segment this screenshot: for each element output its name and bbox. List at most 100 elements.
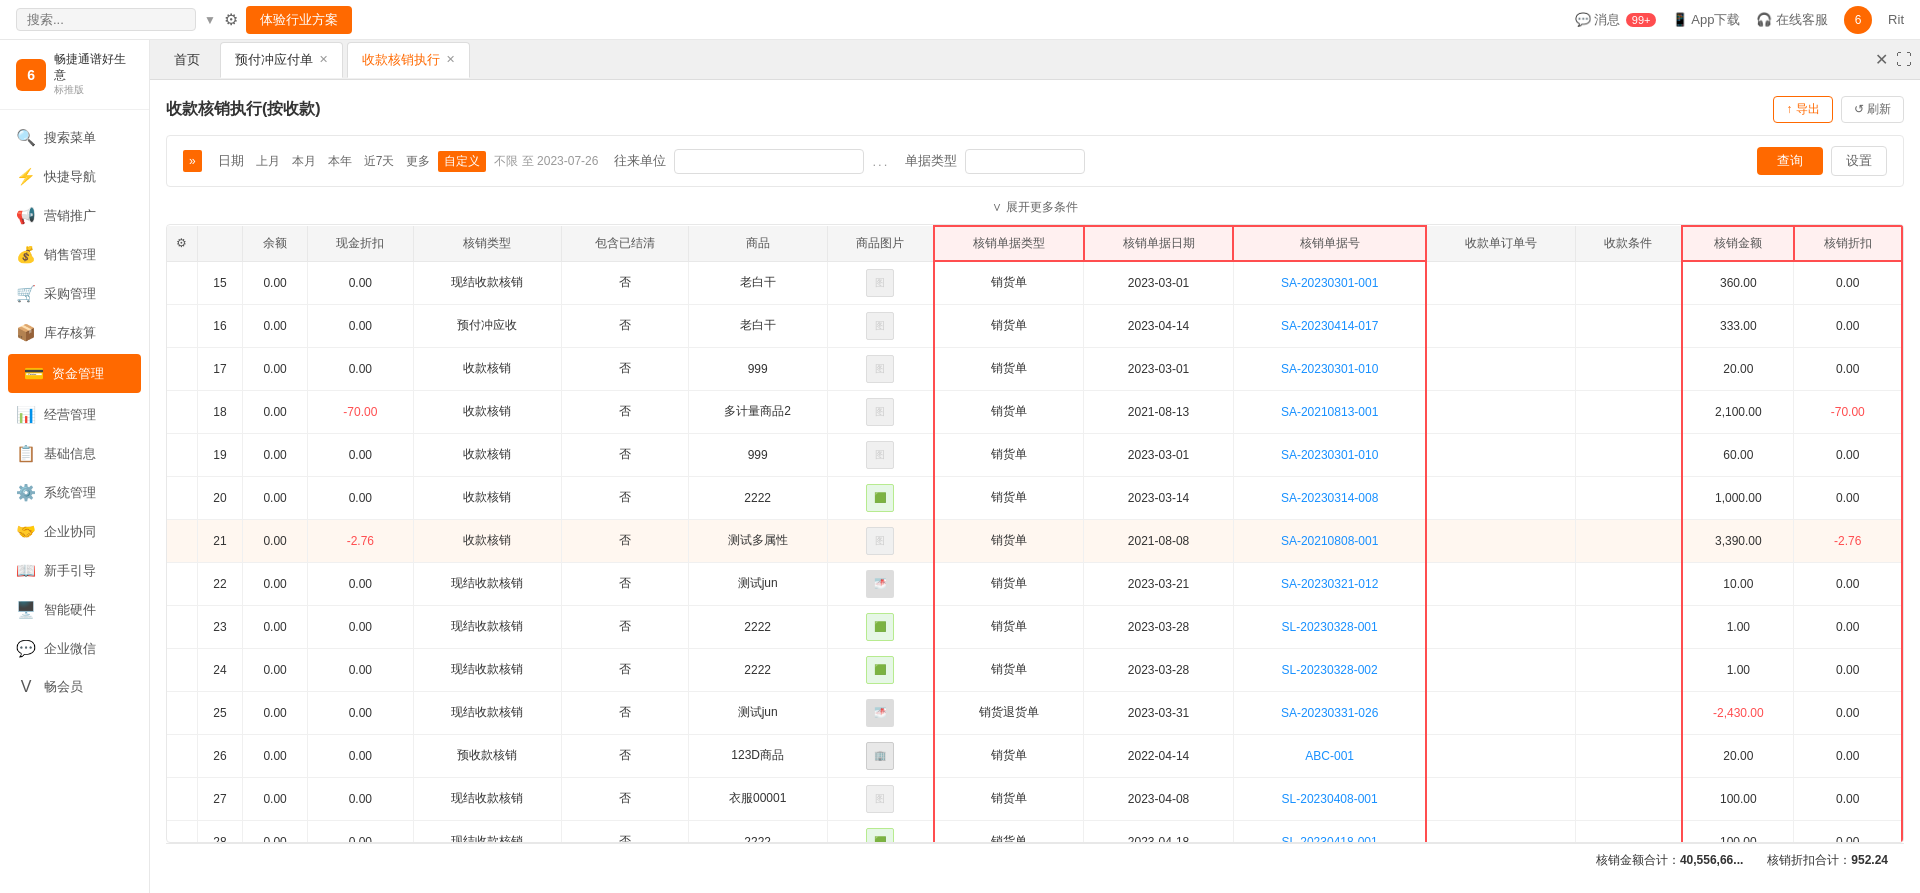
cell-receipt-condition (1575, 605, 1682, 648)
tab-minimize-button[interactable]: ✕ (1875, 50, 1888, 69)
cell-bill-no[interactable]: SA-20230321-012 (1233, 562, 1426, 605)
cell-bill-no[interactable]: SA-20230414-017 (1233, 304, 1426, 347)
bill-no-link[interactable]: SA-20210808-001 (1281, 534, 1378, 548)
table-row: 26 0.00 0.00 预收款核销 否 123D商品 🏢 销货单 2022-0… (167, 734, 1902, 777)
date-btn-this-month[interactable]: 本月 (288, 151, 320, 172)
sidebar-item-purchase[interactable]: 🛒 采购管理 (0, 274, 149, 313)
date-btn-last-month[interactable]: 上月 (252, 151, 284, 172)
query-button[interactable]: 查询 (1757, 147, 1823, 175)
cell-cash-discount: 0.00 (307, 605, 413, 648)
table-wrapper[interactable]: ⚙ 余额 现金折扣 核销类型 包含已结清 商品 商品图片 核销单据类型 核销单据… (166, 224, 1904, 843)
cell-bill-no[interactable]: SA-20210808-001 (1233, 519, 1426, 562)
bill-type-select[interactable] (965, 149, 1085, 174)
sidebar-item-wechat[interactable]: 💬 企业微信 (0, 629, 149, 668)
search-input[interactable] (16, 8, 196, 31)
bill-no-link[interactable]: SA-20230314-008 (1281, 491, 1378, 505)
bill-no-link[interactable]: SA-20230414-017 (1281, 319, 1378, 333)
cell-settings (167, 734, 197, 777)
tab-prepay-close[interactable]: ✕ (319, 53, 328, 66)
filter-bill-type-label: 单据类型 (905, 152, 957, 170)
cell-bill-no[interactable]: SA-20230301-010 (1233, 347, 1426, 390)
sidebar-item-quick-nav[interactable]: ⚡ 快捷导航 (0, 157, 149, 196)
industry-solution-button[interactable]: 体验行业方案 (246, 6, 352, 34)
tab-bar: 首页 预付冲应付单 ✕ 收款核销执行 ✕ ✕ ⛶ (150, 40, 1920, 80)
cell-cash-discount: -2.76 (307, 519, 413, 562)
bill-no-link[interactable]: ABC-001 (1305, 749, 1354, 763)
gear-icon[interactable]: ⚙ (224, 10, 238, 29)
sidebar-item-member[interactable]: V 畅会员 (0, 668, 149, 706)
col-header-cash-discount: 现金折扣 (307, 226, 413, 261)
date-btn-7days[interactable]: 近7天 (360, 151, 399, 172)
export-icon: ↑ (1786, 102, 1792, 116)
sidebar-item-operations[interactable]: 📊 经营管理 (0, 395, 149, 434)
app-layout: 6 畅捷通谱好生意 标推版 🔍 搜索菜单 ⚡ 快捷导航 📢 营销推广 💰 销售管… (0, 40, 1920, 893)
sidebar-item-basic-info[interactable]: 📋 基础信息 (0, 434, 149, 473)
sidebar-item-inventory[interactable]: 📦 库存核算 (0, 313, 149, 352)
cell-include-settled: 否 (561, 347, 688, 390)
avatar[interactable]: 6 (1844, 6, 1872, 34)
cell-bill-no[interactable]: SL-20230408-001 (1233, 777, 1426, 820)
cart-icon: 🛒 (16, 284, 36, 303)
date-btn-this-year[interactable]: 本年 (324, 151, 356, 172)
bill-no-link[interactable]: SA-20210813-001 (1281, 405, 1378, 419)
bill-no-link[interactable]: SA-20230321-012 (1281, 577, 1378, 591)
settings-button[interactable]: 设置 (1831, 146, 1887, 176)
cell-product-img: 图 (827, 433, 934, 476)
cell-cash-discount: 0.00 (307, 562, 413, 605)
refresh-button[interactable]: ↺ 刷新 (1841, 96, 1904, 123)
cell-product: 测试jun (688, 691, 827, 734)
sidebar-item-marketing[interactable]: 📢 营销推广 (0, 196, 149, 235)
bill-no-link[interactable]: SL-20230408-001 (1282, 792, 1378, 806)
cell-balance: 0.00 (243, 519, 307, 562)
cell-bill-no[interactable]: SL-20230328-001 (1233, 605, 1426, 648)
tab-home[interactable]: 首页 (158, 43, 216, 77)
tab-bar-actions: ✕ ⛶ (1875, 50, 1912, 69)
tab-prepay[interactable]: 预付冲应付单 ✕ (220, 42, 343, 78)
cell-writeoff-amount: 100.00 (1682, 777, 1794, 820)
bill-no-link[interactable]: SL-20230418-001 (1282, 835, 1378, 844)
expand-more-button[interactable]: ∨ 展开更多条件 (992, 199, 1077, 216)
sidebar-item-hardware[interactable]: 🖥️ 智能硬件 (0, 590, 149, 629)
date-btn-custom[interactable]: 自定义 (438, 151, 486, 172)
cell-bill-no[interactable]: SA-20230301-001 (1233, 261, 1426, 304)
tab-maximize-button[interactable]: ⛶ (1896, 50, 1912, 69)
cell-bill-date: 2023-03-01 (1084, 261, 1234, 304)
cell-bill-no[interactable]: SA-20230331-026 (1233, 691, 1426, 734)
counterparty-input[interactable] (674, 149, 864, 174)
cell-bill-no[interactable]: SA-20210813-001 (1233, 390, 1426, 433)
bill-no-link[interactable]: SA-20230331-026 (1281, 706, 1378, 720)
bill-no-link[interactable]: SA-20230301-001 (1281, 276, 1378, 290)
export-button[interactable]: ↑ 导出 (1773, 96, 1832, 123)
bill-no-link[interactable]: SL-20230328-002 (1282, 663, 1378, 677)
sidebar-item-search[interactable]: 🔍 搜索菜单 (0, 118, 149, 157)
cell-bill-no[interactable]: SA-20230314-008 (1233, 476, 1426, 519)
cell-balance: 0.00 (243, 691, 307, 734)
app-download-link[interactable]: 📱 App下载 (1672, 11, 1740, 29)
sidebar-item-label: 快捷导航 (44, 168, 96, 186)
sidebar-item-sales[interactable]: 💰 销售管理 (0, 235, 149, 274)
cell-bill-no[interactable]: SL-20230418-001 (1233, 820, 1426, 843)
date-btn-more[interactable]: 更多 (402, 151, 434, 172)
cell-seq: 18 (197, 390, 243, 433)
cell-bill-no[interactable]: SL-20230328-002 (1233, 648, 1426, 691)
sidebar-item-finance[interactable]: 💳 资金管理 (8, 354, 141, 393)
footer-total-discount: 核销折扣合计：952.24 (1767, 852, 1888, 869)
cell-bill-no[interactable]: ABC-001 (1233, 734, 1426, 777)
col-header-settings[interactable]: ⚙ (167, 226, 197, 261)
bill-no-link[interactable]: SA-20230301-010 (1281, 362, 1378, 376)
bill-no-link[interactable]: SA-20230301-010 (1281, 448, 1378, 462)
online-service-link[interactable]: 🎧 在线客服 (1756, 11, 1828, 29)
filter-expand-button[interactable]: » (183, 150, 202, 172)
cell-product-img: 🟩 (827, 605, 934, 648)
sidebar-item-system[interactable]: ⚙️ 系统管理 (0, 473, 149, 512)
sidebar-item-guide[interactable]: 📖 新手引导 (0, 551, 149, 590)
cell-bill-no[interactable]: SA-20230301-010 (1233, 433, 1426, 476)
cell-bill-type: 销货单 (934, 390, 1084, 433)
cell-bill-type: 销货单 (934, 820, 1084, 843)
messages-button[interactable]: 💬 消息 99+ (1575, 11, 1657, 29)
tab-collection-close[interactable]: ✕ (446, 53, 455, 66)
sidebar-item-collab[interactable]: 🤝 企业协同 (0, 512, 149, 551)
bill-no-link[interactable]: SL-20230328-001 (1282, 620, 1378, 634)
tab-collection[interactable]: 收款核销执行 ✕ (347, 42, 470, 78)
table-row: 24 0.00 0.00 现结收款核销 否 2222 🟩 销货单 2023-03… (167, 648, 1902, 691)
